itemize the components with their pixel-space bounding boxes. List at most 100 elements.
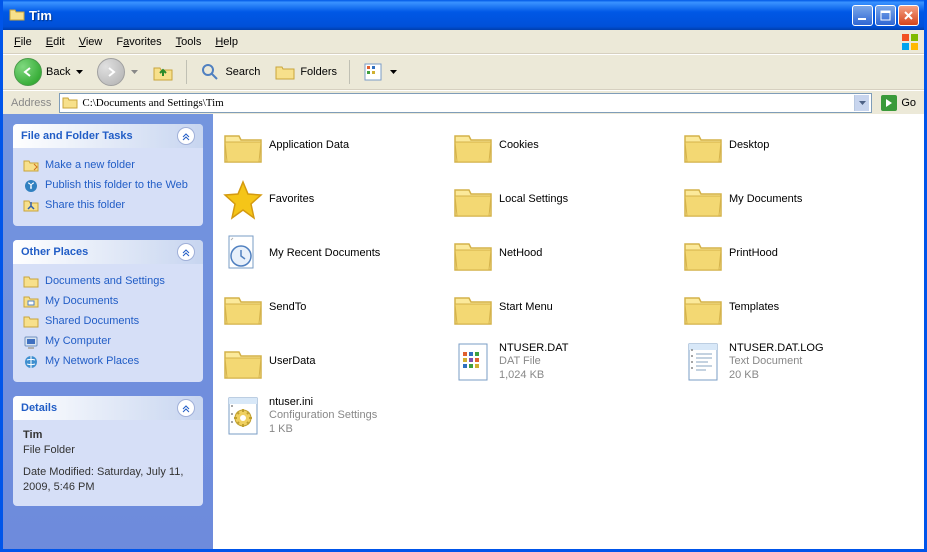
search-icon (199, 61, 221, 83)
file-item[interactable]: ntuser.iniConfiguration Settings1 KB (217, 390, 437, 442)
place-icon (23, 314, 39, 330)
collapse-icon[interactable] (177, 399, 195, 417)
file-item[interactable]: UserData (217, 336, 437, 388)
sidebar: File and Folder Tasks Make a new folderP… (3, 114, 213, 549)
up-button[interactable] (147, 58, 179, 86)
recent-icon (221, 232, 265, 276)
menu-edit[interactable]: Edit (39, 33, 72, 51)
panel-details: Details Tim File Folder Date Modified: S… (13, 396, 203, 506)
file-size: 20 KB (729, 369, 824, 382)
place-link[interactable]: My Computer (23, 332, 193, 352)
menu-favorites[interactable]: Favorites (109, 33, 168, 51)
file-item[interactable]: NTUSER.DATDAT File1,024 KB (447, 336, 667, 388)
details-type: File Folder (23, 443, 193, 458)
panel-header-places[interactable]: Other Places (13, 240, 203, 264)
task-link[interactable]: Publish this folder to the Web (23, 176, 193, 196)
views-button[interactable] (357, 58, 402, 86)
folders-button[interactable]: Folders (269, 58, 342, 86)
forward-button[interactable] (92, 55, 143, 89)
file-item[interactable]: SendTo (217, 282, 437, 334)
file-name: Templates (729, 301, 779, 314)
folder-icon (62, 95, 78, 111)
menu-file[interactable]: File (7, 33, 39, 51)
file-name: UserData (269, 355, 315, 368)
maximize-button[interactable] (875, 5, 896, 26)
file-size: 1 KB (269, 423, 377, 436)
details-modified: Date Modified: Saturday, July 11, 2009, … (23, 465, 193, 496)
minimize-button[interactable] (852, 5, 873, 26)
content-area: File and Folder Tasks Make a new folderP… (3, 114, 924, 549)
file-name: Desktop (729, 139, 769, 152)
folder-icon (221, 124, 265, 168)
file-name: Application Data (269, 139, 349, 152)
menu-help[interactable]: Help (208, 33, 245, 51)
folder-icon (9, 7, 25, 23)
task-icon (23, 158, 39, 174)
go-button[interactable]: Go (876, 92, 920, 114)
folder-icon (451, 178, 495, 222)
menu-tools[interactable]: Tools (169, 33, 209, 51)
file-item[interactable]: Templates (677, 282, 897, 334)
task-link[interactable]: Make a new folder (23, 156, 193, 176)
file-item[interactable]: Favorites (217, 174, 437, 226)
place-link[interactable]: My Documents (23, 292, 193, 312)
panel-other-places: Other Places Documents and SettingsMy Do… (13, 240, 203, 382)
search-button[interactable]: Search (194, 58, 265, 86)
collapse-icon[interactable] (177, 243, 195, 261)
star-icon (221, 178, 265, 222)
task-icon (23, 178, 39, 194)
close-button[interactable] (898, 5, 919, 26)
dropdown-arrow-icon (76, 70, 83, 74)
menu-view[interactable]: View (72, 33, 110, 51)
file-item[interactable]: NTUSER.DAT.LOGText Document20 KB (677, 336, 897, 388)
file-name: My Documents (729, 193, 802, 206)
address-field-wrapper[interactable] (59, 93, 872, 113)
folder-icon (681, 178, 725, 222)
titlebar[interactable]: Tim (3, 0, 924, 30)
file-item[interactable]: My Documents (677, 174, 897, 226)
txt-icon (681, 340, 725, 384)
back-button[interactable]: Back (9, 55, 88, 89)
addressbar: Address Go (3, 90, 924, 114)
file-item[interactable]: My Recent Documents (217, 228, 437, 280)
panel-file-tasks: File and Folder Tasks Make a new folderP… (13, 124, 203, 226)
panel-header-details[interactable]: Details (13, 396, 203, 420)
file-name: Favorites (269, 193, 314, 206)
folder-icon (681, 232, 725, 276)
file-item[interactable]: Local Settings (447, 174, 667, 226)
file-item[interactable]: Start Menu (447, 282, 667, 334)
place-icon (23, 274, 39, 290)
place-link[interactable]: Documents and Settings (23, 272, 193, 292)
dropdown-arrow-icon (390, 70, 397, 74)
file-name: SendTo (269, 301, 306, 314)
folder-icon (451, 124, 495, 168)
file-item[interactable]: PrintHood (677, 228, 897, 280)
file-item[interactable]: Cookies (447, 120, 667, 172)
folder-icon (221, 286, 265, 330)
file-name: ntuser.ini (269, 396, 377, 409)
task-icon (23, 198, 39, 214)
dropdown-arrow-icon (131, 70, 138, 74)
file-name: NTUSER.DAT (499, 342, 568, 355)
place-link[interactable]: Shared Documents (23, 312, 193, 332)
file-name: NTUSER.DAT.LOG (729, 342, 824, 355)
details-name: Tim (23, 428, 193, 443)
file-name: PrintHood (729, 247, 778, 260)
address-dropdown[interactable] (854, 95, 869, 111)
menubar: File Edit View Favorites Tools Help (3, 30, 924, 54)
panel-header-tasks[interactable]: File and Folder Tasks (13, 124, 203, 148)
task-link[interactable]: Share this folder (23, 196, 193, 216)
file-name: Local Settings (499, 193, 568, 206)
file-item[interactable]: Desktop (677, 120, 897, 172)
file-name: NetHood (499, 247, 542, 260)
file-list[interactable]: Application Data Cookies Desktop Favorites L… (213, 114, 924, 549)
collapse-icon[interactable] (177, 127, 195, 145)
toolbar: Back Search Folders (3, 54, 924, 90)
file-item[interactable]: Application Data (217, 120, 437, 172)
file-item[interactable]: NetHood (447, 228, 667, 280)
up-folder-icon (152, 61, 174, 83)
address-input[interactable] (82, 97, 854, 109)
place-link[interactable]: My Network Places (23, 352, 193, 372)
go-icon (880, 94, 898, 112)
explorer-window: Tim File Edit View Favorites Tools Help … (0, 0, 927, 552)
